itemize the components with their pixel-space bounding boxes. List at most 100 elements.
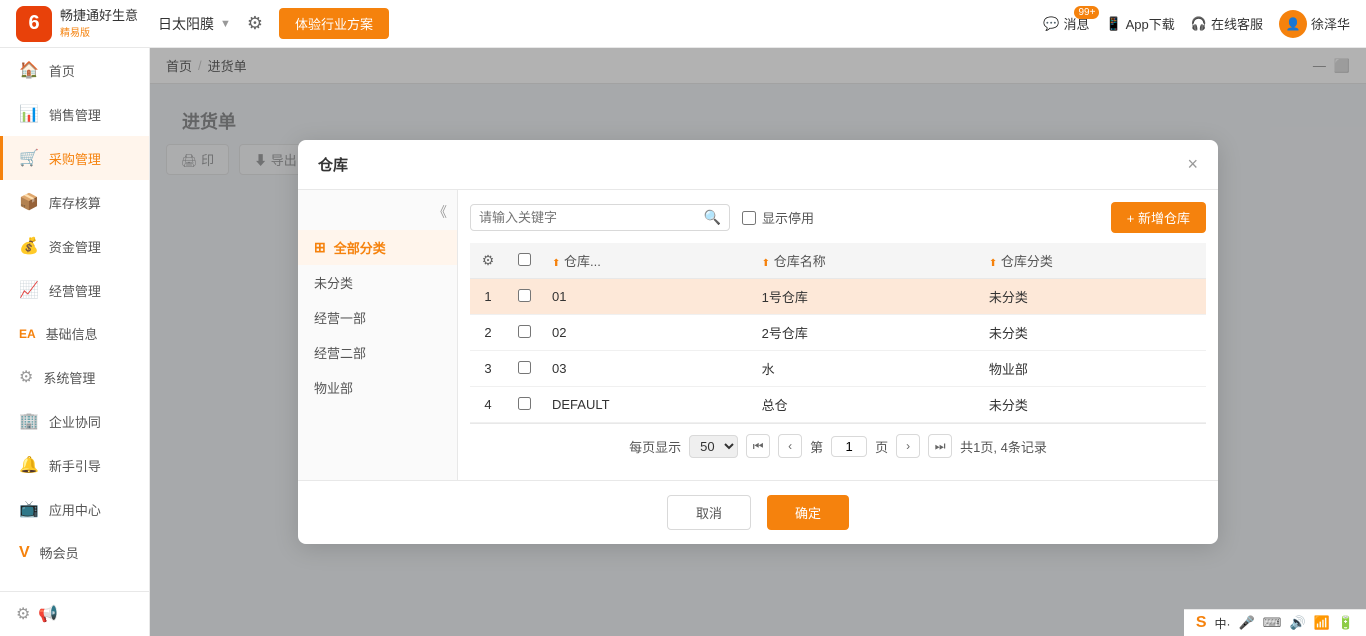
category-label-ops1: 经营一部 — [314, 308, 366, 327]
trial-btn[interactable]: 体验行业方案 — [279, 8, 389, 39]
row3-select[interactable] — [518, 361, 531, 374]
row3-category: 物业部 — [979, 351, 1206, 387]
total-records: 共1页, 4条记录 — [960, 437, 1047, 456]
sidebar-item-guide[interactable]: 🔔 新手引导 — [0, 443, 149, 487]
category-item-all[interactable]: ⊞ 全部分类 — [298, 230, 457, 265]
main-layout: 🏠 首页 📊 销售管理 🛒 采购管理 📦 库存核算 💰 资金管理 📈 经营管理 … — [0, 48, 1366, 636]
row2-category: 未分类 — [979, 315, 1206, 351]
per-page-select[interactable]: 50 — [689, 435, 738, 458]
sidebar-item-home[interactable]: 🏠 首页 — [0, 48, 149, 92]
first-page-btn[interactable]: ⏮ — [746, 434, 770, 458]
sidebar-item-sales[interactable]: 📊 销售管理 — [0, 92, 149, 136]
sidebar-item-finance[interactable]: 💰 资金管理 — [0, 224, 149, 268]
table-header-row: ⚙ ⬆ 仓库... — [470, 243, 1206, 279]
sidebar-bottom: ⚙ 📢 — [0, 591, 149, 636]
pagination: 每页显示 50 ⏮ ‹ 第 页 › ⏭ 共1页, 4条记录 — [470, 423, 1206, 468]
row1-index: 1 — [470, 279, 506, 315]
speaker-icon2[interactable]: 🔊 — [1289, 615, 1305, 631]
show-disabled-label: 显示停用 — [762, 208, 814, 227]
modal-close-btn[interactable]: × — [1187, 154, 1198, 175]
operations-icon: 📈 — [19, 280, 39, 300]
prev-page-btn[interactable]: ‹ — [778, 434, 802, 458]
row3-name: 水 — [752, 351, 979, 387]
row2-code: 02 — [542, 315, 752, 351]
settings-bottom-icon[interactable]: ⚙ — [16, 604, 30, 624]
app-logo: 6 畅捷通好生意 精易版 — [16, 6, 138, 42]
row1-select[interactable] — [518, 289, 531, 302]
confirm-btn[interactable]: 确定 — [767, 495, 849, 530]
last-page-btn[interactable]: ⏭ — [928, 434, 952, 458]
row4-select[interactable] — [518, 397, 531, 410]
table-row[interactable]: 2 02 2号仓库 未分类 — [470, 315, 1206, 351]
category-item-ops1[interactable]: 经营一部 — [298, 300, 457, 335]
collapse-btn[interactable]: 《 — [298, 198, 457, 230]
table-row[interactable]: 1 01 1号仓库 未分类 — [470, 279, 1206, 315]
dropdown-arrow-icon: ▼ — [220, 18, 231, 30]
page-number-input[interactable] — [831, 436, 867, 457]
modal-overlay: 仓库 × 《 ⊞ 全部分类 未分类 — [150, 48, 1366, 636]
inventory-icon: 📦 — [19, 192, 39, 212]
row3-index: 3 — [470, 351, 506, 387]
search-input[interactable] — [479, 210, 704, 225]
speaker-icon[interactable]: 📢 — [38, 604, 58, 624]
app-download-btn[interactable]: 📱 App下载 — [1105, 14, 1174, 33]
sidebar-item-label-home: 首页 — [49, 61, 75, 80]
select-all-checkbox[interactable] — [518, 253, 531, 266]
show-disabled-checkbox[interactable] — [742, 211, 756, 225]
sidebar-item-app-center[interactable]: 📺 应用中心 — [0, 487, 149, 531]
status-bar: S 中· 🎤 ⌨ 🔊 📶 🔋 — [1184, 609, 1366, 636]
network-icon: 📶 — [1314, 615, 1330, 631]
service-btn[interactable]: 🎧 在线客服 — [1191, 14, 1263, 33]
category-item-property[interactable]: 物业部 — [298, 370, 457, 405]
user-menu[interactable]: 👤 徐泽华 — [1279, 10, 1350, 38]
headphone-icon: 🎧 — [1191, 16, 1207, 32]
search-box: 🔍 — [470, 204, 730, 231]
main-content: 首页 / 进货单 — ⬜ 进货单 🖨 印 ⬇ 导出 ↻ 刷新 查询 设置 — [150, 48, 1366, 636]
add-warehouse-btn[interactable]: + 新增仓库 — [1111, 202, 1206, 233]
table-panel: 🔍 显示停用 + 新增仓库 — [458, 190, 1218, 480]
sidebar-item-inventory[interactable]: 📦 库存核算 — [0, 180, 149, 224]
row4-checkbox[interactable] — [506, 387, 542, 423]
sort-name-icon: ⬆ — [762, 258, 770, 269]
cancel-btn[interactable]: 取消 — [667, 495, 751, 530]
guide-icon: 🔔 — [19, 455, 39, 475]
col-warehouse-code[interactable]: ⬆ 仓库... — [542, 243, 752, 279]
row3-checkbox[interactable] — [506, 351, 542, 387]
row2-select[interactable] — [518, 325, 531, 338]
message-btn[interactable]: 💬 消息 99+ — [1043, 14, 1089, 33]
sidebar-item-operations[interactable]: 📈 经营管理 — [0, 268, 149, 312]
page-label: 第 — [810, 437, 823, 456]
sidebar-item-purchase[interactable]: 🛒 采购管理 — [0, 136, 149, 180]
logo-icon: 6 — [16, 6, 52, 42]
table-row[interactable]: 3 03 水 物业部 — [470, 351, 1206, 387]
category-item-ops2[interactable]: 经营二部 — [298, 335, 457, 370]
row4-code: DEFAULT — [542, 387, 752, 423]
avatar: 👤 — [1279, 10, 1307, 38]
col-name-label: 仓库名称 — [774, 254, 826, 269]
sidebar-item-label-purchase: 采购管理 — [49, 149, 101, 168]
col-warehouse-category[interactable]: ⬆ 仓库分类 — [979, 243, 1206, 279]
s-logo: S — [1196, 614, 1207, 632]
service-label: 在线客服 — [1211, 14, 1263, 33]
mic-icon[interactable]: 🎤 — [1238, 615, 1254, 631]
row2-index: 2 — [470, 315, 506, 351]
col-gear: ⚙ — [470, 243, 506, 279]
row2-checkbox[interactable] — [506, 315, 542, 351]
member-icon: V — [19, 544, 30, 562]
next-page-btn[interactable]: › — [896, 434, 920, 458]
finance-icon: 💰 — [19, 236, 39, 256]
sidebar-item-system[interactable]: ⚙ 系统管理 — [0, 355, 149, 399]
keyboard-icon[interactable]: ⌨ — [1263, 615, 1282, 631]
sidebar-item-enterprise[interactable]: 🏢 企业协同 — [0, 399, 149, 443]
col-warehouse-name[interactable]: ⬆ 仓库名称 — [752, 243, 979, 279]
sidebar-item-basics[interactable]: EA 基础信息 — [0, 312, 149, 355]
sidebar-item-member[interactable]: V 畅会员 — [0, 531, 149, 574]
modal-header: 仓库 × — [298, 140, 1218, 190]
table-row[interactable]: 4 DEFAULT 总仓 未分类 — [470, 387, 1206, 423]
company-selector[interactable]: 日太阳膜 ▼ — [158, 14, 231, 34]
settings-icon[interactable]: ⚙ — [247, 13, 263, 34]
row4-category: 未分类 — [979, 387, 1206, 423]
enterprise-icon: 🏢 — [19, 411, 39, 431]
row1-checkbox[interactable] — [506, 279, 542, 315]
category-item-unclassified[interactable]: 未分类 — [298, 265, 457, 300]
